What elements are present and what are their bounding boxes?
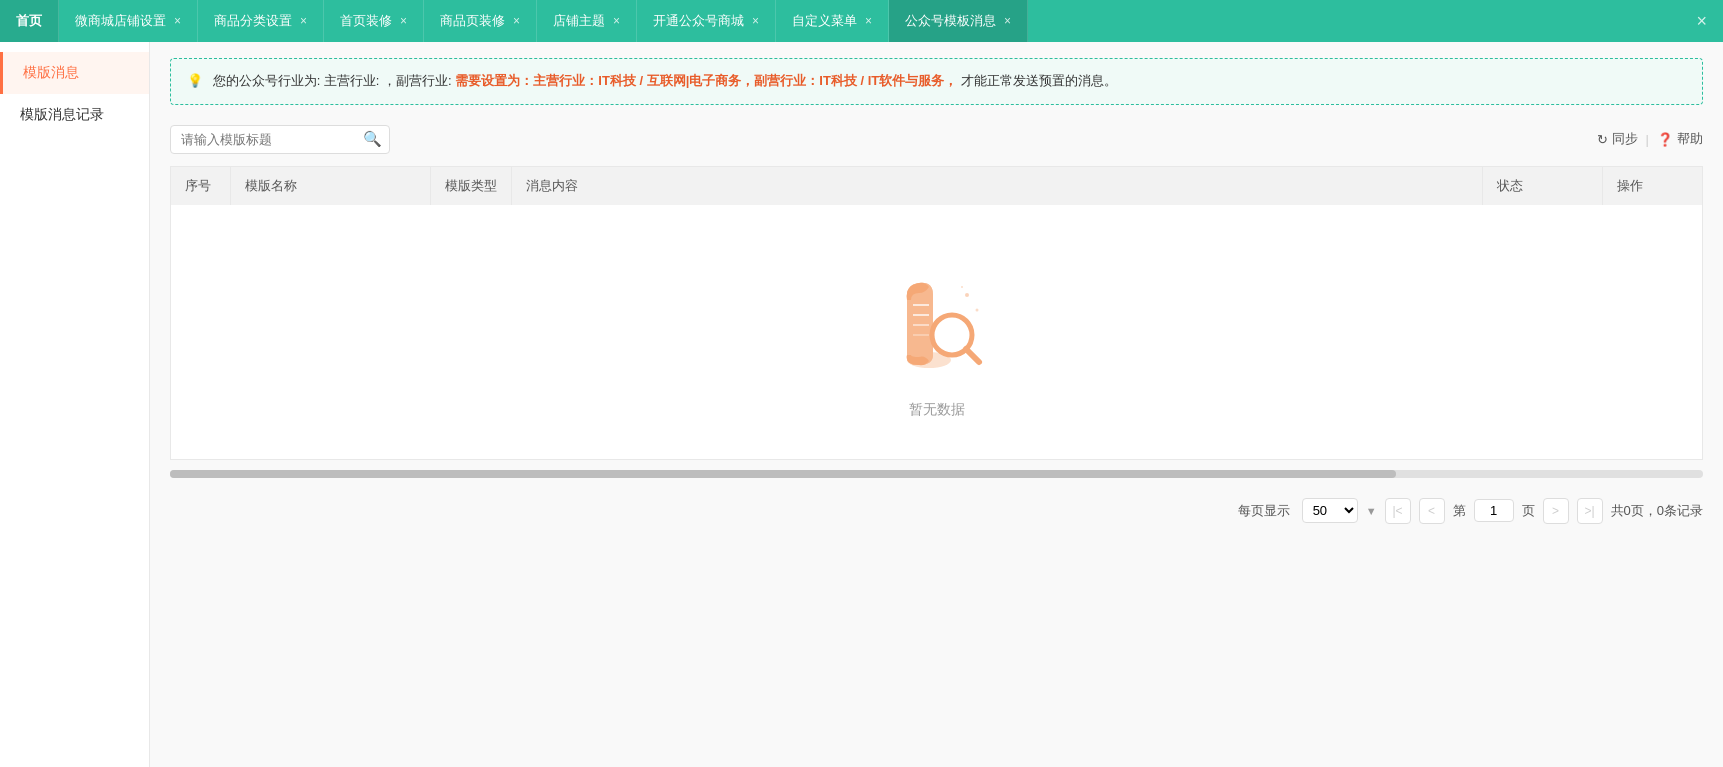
scroll-thumb[interactable] <box>170 470 1396 478</box>
nav-tab-product-category[interactable]: 商品分类设置 × <box>198 0 324 42</box>
nav-tab-custom-menu[interactable]: 自定义菜单 × <box>776 0 889 42</box>
col-status: 状态 <box>1483 166 1603 205</box>
notice-highlight: 需要设置为：主营行业：IT科技 / 互联网|电子商务，副营行业：IT科技 / I… <box>455 73 957 88</box>
sidebar: 模版消息 模版消息记录 <box>0 42 150 767</box>
page-number-input[interactable] <box>1474 499 1514 522</box>
data-table: 序号 模版名称 模版类型 消息内容 状态 操作 <box>170 166 1703 460</box>
empty-state: 暂无数据 <box>171 205 1702 459</box>
toolbar-divider: | <box>1646 132 1649 147</box>
nav-tab-product-category-close[interactable]: × <box>300 14 307 28</box>
pagination: 每页显示 50 10 20 100 ▼ |< < 第 页 > >| 共0页，0条… <box>170 488 1703 534</box>
search-icon[interactable]: 🔍 <box>363 130 382 148</box>
nav-tab-product-decor-label: 商品页装修 <box>440 12 505 30</box>
empty-row: 暂无数据 <box>171 205 1703 460</box>
nav-tab-open-mall-label: 开通公众号商城 <box>653 12 744 30</box>
notice-prefix: 您的公众号行业为: 主营行业: ，副营行业: <box>213 73 452 88</box>
toolbar-right: ↻ 同步 | ❓ 帮助 <box>1597 130 1703 148</box>
nav-tab-open-mall[interactable]: 开通公众号商城 × <box>637 0 776 42</box>
svg-point-10 <box>961 286 963 288</box>
content-area: 💡 您的公众号行业为: 主营行业: ，副营行业: 需要设置为：主营行业：IT科技… <box>150 42 1723 767</box>
empty-text: 暂无数据 <box>909 401 965 419</box>
nav-tab-product-category-label: 商品分类设置 <box>214 12 292 30</box>
sync-icon: ↻ <box>1597 132 1608 147</box>
sidebar-item-template-message-label: 模版消息 <box>23 64 79 80</box>
nav-tab-home-label: 首页 <box>16 12 42 30</box>
nav-tab-custom-menu-close[interactable]: × <box>865 14 872 28</box>
svg-line-7 <box>966 349 979 362</box>
page-total: 共0页，0条记录 <box>1611 502 1703 520</box>
col-type: 模版类型 <box>431 166 512 205</box>
nav-tab-store-theme-close[interactable]: × <box>613 14 620 28</box>
nav-tab-wechat-store-close[interactable]: × <box>174 14 181 28</box>
nav-tab-template-msg-label: 公众号模板消息 <box>905 12 996 30</box>
last-page-button[interactable]: >| <box>1577 498 1603 524</box>
sync-button[interactable]: ↻ 同步 <box>1597 130 1638 148</box>
sidebar-item-template-log[interactable]: 模版消息记录 <box>0 94 149 136</box>
main-layout: 模版消息 模版消息记录 💡 您的公众号行业为: 主营行业: ，副营行业: 需要设… <box>0 42 1723 767</box>
horizontal-scrollbar[interactable] <box>170 470 1703 478</box>
nav-tab-home-decor-close[interactable]: × <box>400 14 407 28</box>
svg-point-8 <box>965 293 969 297</box>
nav-tab-template-msg[interactable]: 公众号模板消息 × <box>889 0 1028 42</box>
nav-tab-home-decor-label: 首页装修 <box>340 12 392 30</box>
nav-tab-home-decor[interactable]: 首页装修 × <box>324 0 424 42</box>
nav-tab-template-msg-close[interactable]: × <box>1004 14 1011 28</box>
nav-tab-wechat-store[interactable]: 微商城店铺设置 × <box>59 0 198 42</box>
col-content: 消息内容 <box>512 166 1483 205</box>
nav-close-all-button[interactable]: × <box>1680 11 1723 32</box>
page-label: 第 <box>1453 502 1466 520</box>
next-page-button[interactable]: > <box>1543 498 1569 524</box>
search-bar: 🔍 ↻ 同步 | ❓ 帮助 <box>170 125 1703 154</box>
nav-tab-store-theme-label: 店铺主题 <box>553 12 605 30</box>
nav-tab-store-theme[interactable]: 店铺主题 × <box>537 0 637 42</box>
notice-box: 💡 您的公众号行业为: 主营行业: ，副营行业: 需要设置为：主营行业：IT科技… <box>170 58 1703 105</box>
chevron-down-icon: ▼ <box>1366 505 1377 517</box>
nav-tab-wechat-store-label: 微商城店铺设置 <box>75 12 166 30</box>
nav-tab-product-decor-close[interactable]: × <box>513 14 520 28</box>
help-button[interactable]: ❓ 帮助 <box>1657 130 1703 148</box>
col-action: 操作 <box>1603 166 1703 205</box>
svg-point-6 <box>939 322 965 348</box>
page-suffix: 页 <box>1522 502 1535 520</box>
page-size-label: 每页显示 <box>1238 502 1290 520</box>
top-nav: 首页 微商城店铺设置 × 商品分类设置 × 首页装修 × 商品页装修 × 店铺主… <box>0 0 1723 42</box>
help-icon: ❓ <box>1657 132 1673 147</box>
sidebar-item-template-log-label: 模版消息记录 <box>20 106 104 122</box>
page-size-select[interactable]: 50 10 20 100 <box>1302 498 1358 523</box>
nav-tab-product-decor[interactable]: 商品页装修 × <box>424 0 537 42</box>
notice-suffix: 才能正常发送预置的消息。 <box>961 73 1117 88</box>
sync-label: 同步 <box>1612 130 1638 148</box>
help-label: 帮助 <box>1677 130 1703 148</box>
nav-tab-open-mall-close[interactable]: × <box>752 14 759 28</box>
sidebar-item-template-message[interactable]: 模版消息 <box>0 52 149 94</box>
notice-icon: 💡 <box>187 73 203 88</box>
svg-point-9 <box>975 308 978 311</box>
search-input-wrap: 🔍 <box>170 125 390 154</box>
nav-tab-custom-menu-label: 自定义菜单 <box>792 12 857 30</box>
first-page-button[interactable]: |< <box>1385 498 1411 524</box>
prev-page-button[interactable]: < <box>1419 498 1445 524</box>
search-input[interactable] <box>170 125 390 154</box>
table-header-row: 序号 模版名称 模版类型 消息内容 状态 操作 <box>171 166 1703 205</box>
col-name: 模版名称 <box>231 166 431 205</box>
nav-tab-home[interactable]: 首页 <box>0 0 59 42</box>
col-seq: 序号 <box>171 166 231 205</box>
empty-illustration <box>877 265 997 385</box>
